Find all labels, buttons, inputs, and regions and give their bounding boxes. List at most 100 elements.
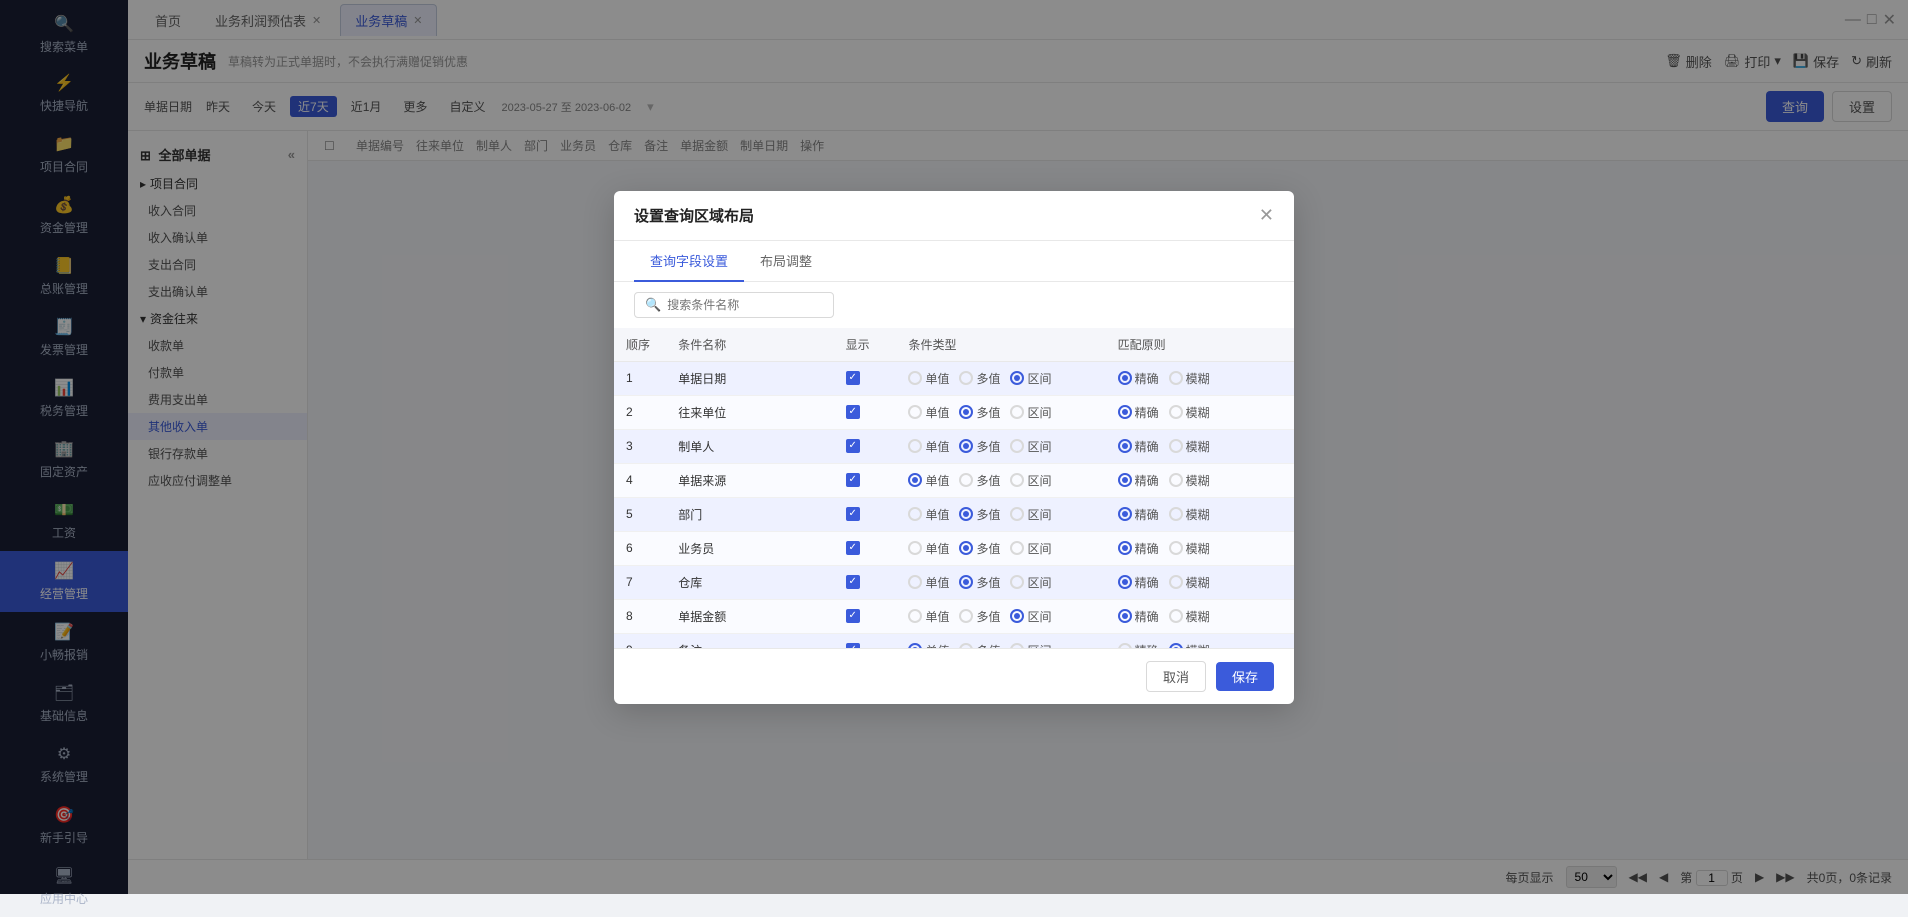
row-show-checkbox[interactable] xyxy=(846,405,860,419)
radio-match-match_exact[interactable]: 精确 xyxy=(1118,370,1159,387)
row-type-radio-group: 单值多值区间 xyxy=(908,438,1093,455)
row-show-checkbox-cell[interactable] xyxy=(834,395,897,429)
row-show-checkbox-cell[interactable] xyxy=(834,429,897,463)
radio-match-match_exact[interactable]: 精确 xyxy=(1118,438,1159,455)
row-show-checkbox-cell[interactable] xyxy=(834,531,897,565)
radio-type-type_single[interactable]: 单值 xyxy=(908,472,949,489)
radio-circle-type_multiple xyxy=(959,405,973,419)
row-type-radio-group: 单值多值区间 xyxy=(908,370,1093,387)
row-condition-name: 业务员 xyxy=(666,531,833,565)
row-match-cell: 精确模糊 xyxy=(1106,429,1294,463)
radio-match-match_exact[interactable]: 精确 xyxy=(1118,574,1159,591)
radio-circle-match-match_exact xyxy=(1118,609,1132,623)
row-show-checkbox[interactable] xyxy=(846,541,860,555)
modal-tab-layout-adjust[interactable]: 布局调整 xyxy=(744,241,828,282)
radio-type-type_range[interactable]: 区间 xyxy=(1010,574,1051,591)
row-show-checkbox[interactable] xyxy=(846,439,860,453)
radio-type-type_single[interactable]: 单值 xyxy=(908,540,949,557)
modal-search-area: 🔍 xyxy=(614,282,1294,328)
radio-type-type_range[interactable]: 区间 xyxy=(1010,438,1051,455)
row-show-checkbox[interactable] xyxy=(846,609,860,623)
modal-close-button[interactable]: ✕ xyxy=(1259,205,1274,226)
radio-type-type_single[interactable]: 单值 xyxy=(908,574,949,591)
radio-type-type_single[interactable]: 单值 xyxy=(908,404,949,421)
radio-match-match_fuzzy[interactable]: 模糊 xyxy=(1169,404,1210,421)
radio-type-type_multiple[interactable]: 多值 xyxy=(959,540,1000,557)
row-show-checkbox-cell[interactable] xyxy=(834,599,897,633)
modal-table-row: 7仓库单值多值区间精确模糊 xyxy=(614,565,1294,599)
row-show-checkbox[interactable] xyxy=(846,473,860,487)
row-order: 3 xyxy=(614,429,666,463)
radio-match-match_exact[interactable]: 精确 xyxy=(1118,472,1159,489)
row-show-checkbox[interactable] xyxy=(846,371,860,385)
radio-match-match_exact[interactable]: 精确 xyxy=(1118,540,1159,557)
radio-circle-match-match_exact xyxy=(1118,473,1132,487)
radio-circle-type_range xyxy=(1010,541,1024,555)
radio-match-match_fuzzy[interactable]: 模糊 xyxy=(1169,608,1210,625)
radio-match-match_exact[interactable]: 精确 xyxy=(1118,506,1159,523)
row-show-checkbox[interactable] xyxy=(846,575,860,589)
row-match-radio-group: 精确模糊 xyxy=(1118,608,1282,625)
radio-type-type_range[interactable]: 区间 xyxy=(1010,404,1051,421)
radio-type-type_multiple[interactable]: 多值 xyxy=(959,472,1000,489)
row-condition-name: 部门 xyxy=(666,497,833,531)
radio-circle-type_single xyxy=(908,405,922,419)
modal-tab-field-settings[interactable]: 查询字段设置 xyxy=(634,241,744,282)
radio-circle-match-match_fuzzy xyxy=(1169,473,1183,487)
radio-type-type_single[interactable]: 单值 xyxy=(908,506,949,523)
modal-save-button[interactable]: 保存 xyxy=(1216,662,1274,691)
radio-type-type_single[interactable]: 单值 xyxy=(908,370,949,387)
radio-circle-match-match_exact xyxy=(1118,575,1132,589)
modal-col-order: 顺序 xyxy=(614,328,666,362)
radio-match-match_fuzzy[interactable]: 模糊 xyxy=(1169,438,1210,455)
radio-match-match_fuzzy[interactable]: 模糊 xyxy=(1169,370,1210,387)
radio-type-type_range[interactable]: 区间 xyxy=(1010,540,1051,557)
radio-type-type_multiple[interactable]: 多值 xyxy=(959,506,1000,523)
radio-circle-match-match_fuzzy xyxy=(1169,405,1183,419)
row-match-radio-group: 精确模糊 xyxy=(1118,404,1282,421)
radio-circle-type_range xyxy=(1010,371,1024,385)
modal-col-type: 条件类型 xyxy=(896,328,1105,362)
row-show-checkbox[interactable] xyxy=(846,507,860,521)
row-type-cell: 单值多值区间 xyxy=(896,429,1105,463)
radio-type-type_single[interactable]: 单值 xyxy=(908,438,949,455)
radio-match-match_fuzzy[interactable]: 模糊 xyxy=(1169,574,1210,591)
modal-cancel-button[interactable]: 取消 xyxy=(1146,661,1206,692)
row-show-checkbox-cell[interactable] xyxy=(834,463,897,497)
radio-type-type_multiple[interactable]: 多值 xyxy=(959,438,1000,455)
row-show-checkbox-cell[interactable] xyxy=(834,497,897,531)
row-type-radio-group: 单值多值区间 xyxy=(908,540,1093,557)
row-type-cell: 单值多值区间 xyxy=(896,599,1105,633)
radio-type-type_range[interactable]: 区间 xyxy=(1010,506,1051,523)
radio-match-match_fuzzy[interactable]: 模糊 xyxy=(1169,506,1210,523)
radio-match-match_exact[interactable]: 精确 xyxy=(1118,608,1159,625)
row-order: 7 xyxy=(614,565,666,599)
radio-circle-type_range xyxy=(1010,405,1024,419)
modal-table-header-row: 顺序 条件名称 显示 条件类型 匹配原则 xyxy=(614,328,1294,362)
row-show-checkbox-cell[interactable] xyxy=(834,633,897,648)
modal-table-row: 8单据金额单值多值区间精确模糊 xyxy=(614,599,1294,633)
row-condition-name: 单据来源 xyxy=(666,463,833,497)
radio-match-match_fuzzy[interactable]: 模糊 xyxy=(1169,472,1210,489)
radio-circle-match-match_fuzzy xyxy=(1169,371,1183,385)
radio-type-type_multiple[interactable]: 多值 xyxy=(959,370,1000,387)
row-show-checkbox-cell[interactable] xyxy=(834,565,897,599)
radio-match-match_exact[interactable]: 精确 xyxy=(1118,404,1159,421)
radio-type-type_multiple[interactable]: 多值 xyxy=(959,608,1000,625)
radio-circle-type_single xyxy=(908,507,922,521)
modal-search-input[interactable] xyxy=(667,298,823,312)
radio-type-type_range[interactable]: 区间 xyxy=(1010,472,1051,489)
radio-match-match_fuzzy[interactable]: 模糊 xyxy=(1169,540,1210,557)
radio-circle-match-match_fuzzy xyxy=(1169,541,1183,555)
radio-type-type_range[interactable]: 区间 xyxy=(1010,370,1051,387)
row-condition-name: 往来单位 xyxy=(666,395,833,429)
radio-type-type_multiple[interactable]: 多值 xyxy=(959,574,1000,591)
radio-type-type_range[interactable]: 区间 xyxy=(1010,608,1051,625)
radio-type-type_multiple[interactable]: 多值 xyxy=(959,404,1000,421)
radio-type-type_single[interactable]: 单值 xyxy=(908,608,949,625)
row-condition-name: 制单人 xyxy=(666,429,833,463)
row-show-checkbox-cell[interactable] xyxy=(834,361,897,395)
row-order: 8 xyxy=(614,599,666,633)
row-match-radio-group: 精确模糊 xyxy=(1118,574,1282,591)
row-order: 2 xyxy=(614,395,666,429)
